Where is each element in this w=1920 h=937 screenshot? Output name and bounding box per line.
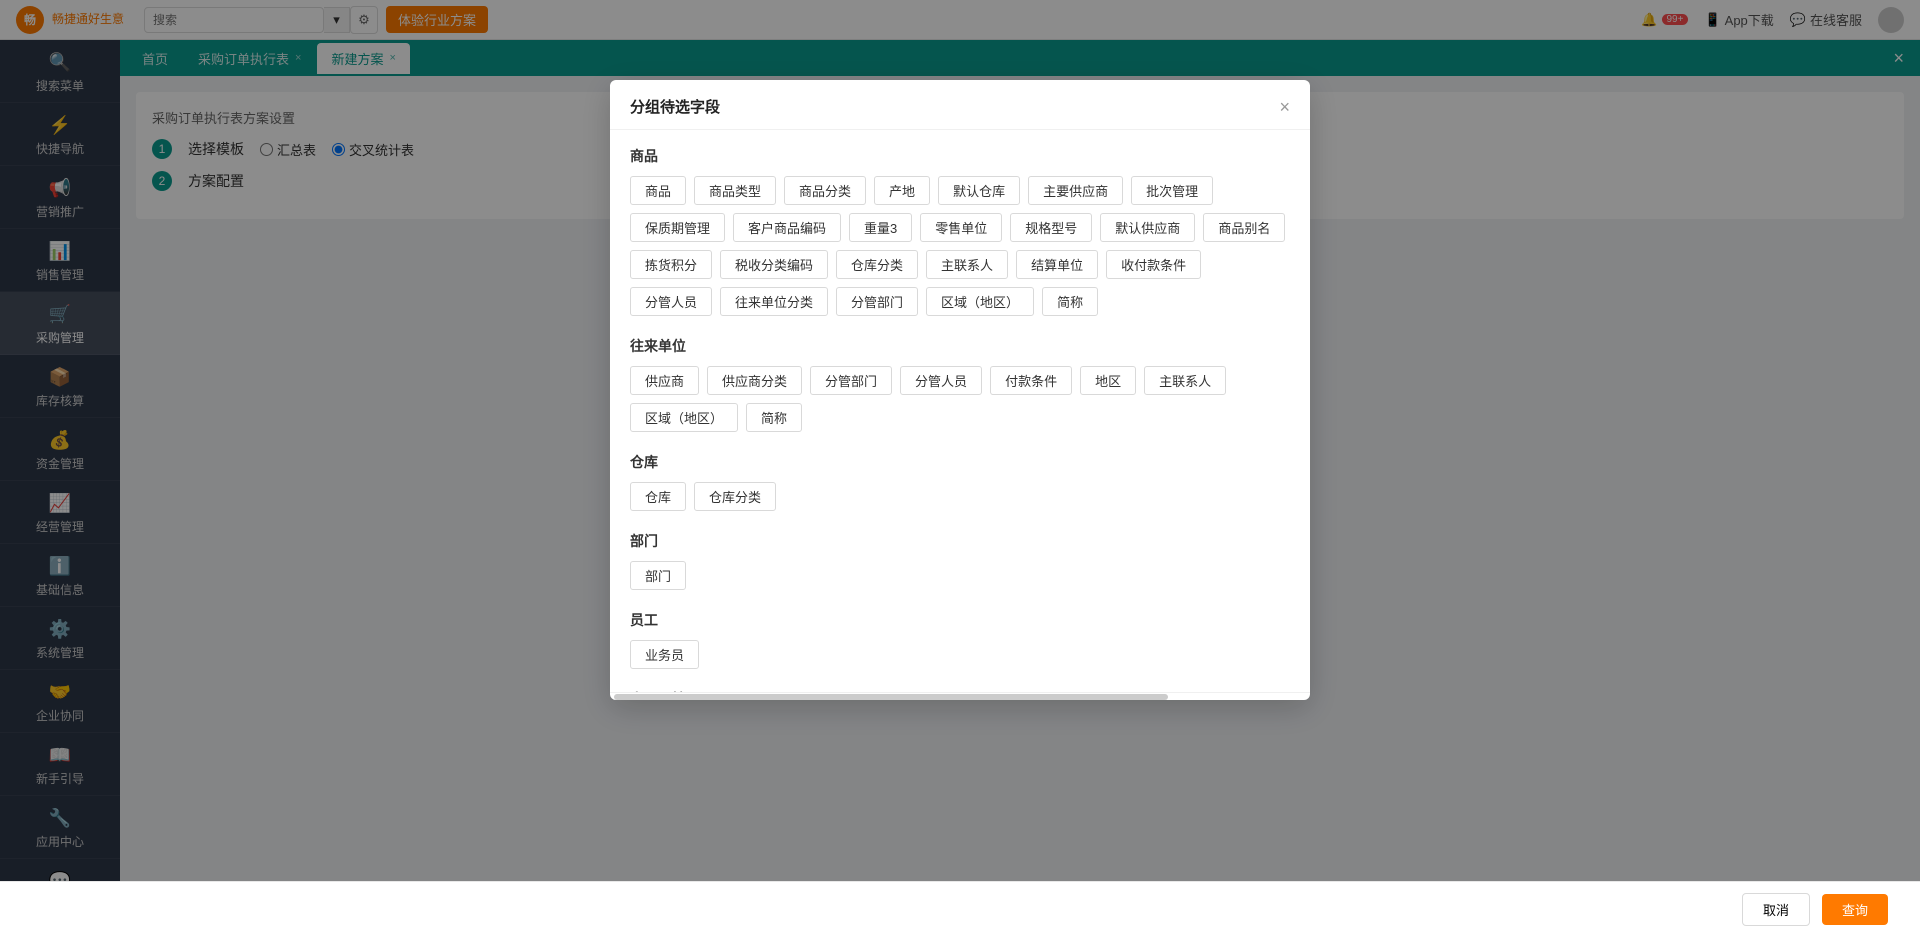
field-tag-2-1[interactable]: 仓库分类 [694,482,776,511]
field-tag-0-13[interactable]: 商品别名 [1203,213,1285,242]
field-tags-0: 商品商品类型商品分类产地默认仓库主要供应商批次管理保质期管理客户商品编码重量3 零… [630,176,1290,316]
section-title-0: 商品 [630,146,1290,166]
field-tag-0-17[interactable]: 主联系人 [926,250,1008,279]
field-tag-0-22[interactable]: 分管部门 [836,287,918,316]
field-tags-3: 部门 [630,561,1290,590]
dialog-hscrollbar[interactable] [610,692,1310,700]
cancel-button[interactable]: 取消 [1742,893,1810,926]
field-tag-4-0[interactable]: 业务员 [630,640,699,669]
field-section-4: 员工业务员 [630,610,1290,669]
field-tag-0-12[interactable]: 默认供应商 [1100,213,1195,242]
field-tag-1-2[interactable]: 分管部门 [810,366,892,395]
field-tag-1-5[interactable]: 地区 [1080,366,1136,395]
field-tag-0-1[interactable]: 商品类型 [694,176,776,205]
field-tag-1-4[interactable]: 付款条件 [990,366,1072,395]
dialog-title: 分组待选字段 [630,96,720,117]
field-tag-0-24[interactable]: 简称 [1042,287,1098,316]
field-section-2: 仓库仓库仓库分类 [630,452,1290,511]
field-tag-0-15[interactable]: 税收分类编码 [720,250,828,279]
section-title-2: 仓库 [630,452,1290,472]
close-icon[interactable]: × [1279,98,1290,116]
dialog-body: 商品商品商品类型商品分类产地默认仓库主要供应商批次管理保质期管理客户商品编码重量… [610,130,1310,692]
field-tag-0-8[interactable]: 客户商品编码 [733,213,841,242]
field-tag-0-19[interactable]: 收付款条件 [1106,250,1201,279]
field-section-0: 商品商品商品类型商品分类产地默认仓库主要供应商批次管理保质期管理客户商品编码重量… [630,146,1290,316]
field-tag-1-6[interactable]: 主联系人 [1144,366,1226,395]
field-tag-1-8[interactable]: 简称 [746,403,802,432]
field-tag-0-5[interactable]: 主要供应商 [1028,176,1123,205]
field-tag-1-0[interactable]: 供应商 [630,366,699,395]
field-section-3: 部门部门 [630,531,1290,590]
field-tag-0-2[interactable]: 商品分类 [784,176,866,205]
field-tags-2: 仓库仓库分类 [630,482,1290,511]
field-tag-0-11[interactable]: 规格型号 [1010,213,1092,242]
field-tag-0-23[interactable]: 区域（地区） [926,287,1034,316]
dialog-header: 分组待选字段 × [610,80,1310,130]
field-tag-0-9[interactable]: 重量3 [849,213,912,242]
field-tag-0-3[interactable]: 产地 [874,176,930,205]
dialog-overlay: 分组待选字段 × 商品商品商品类型商品分类产地默认仓库主要供应商批次管理保质期管… [0,0,1920,937]
field-tag-2-0[interactable]: 仓库 [630,482,686,511]
dialog: 分组待选字段 × 商品商品商品类型商品分类产地默认仓库主要供应商批次管理保质期管… [610,80,1310,700]
field-tags-4: 业务员 [630,640,1290,669]
field-tag-3-0[interactable]: 部门 [630,561,686,590]
field-tag-0-18[interactable]: 结算单位 [1016,250,1098,279]
field-tag-0-21[interactable]: 往来单位分类 [720,287,828,316]
field-tag-0-4[interactable]: 默认仓库 [938,176,1020,205]
field-tag-0-20[interactable]: 分管人员 [630,287,712,316]
field-tag-1-7[interactable]: 区域（地区） [630,403,738,432]
field-tag-0-6[interactable]: 批次管理 [1131,176,1213,205]
field-tags-1: 供应商供应商分类分管部门分管人员付款条件地区主联系人区域（地区） 简称 [630,366,1290,432]
field-tag-0-10[interactable]: 零售单位 [920,213,1002,242]
section-title-3: 部门 [630,531,1290,551]
field-section-1: 往来单位供应商供应商分类分管部门分管人员付款条件地区主联系人区域（地区） 简称 [630,336,1290,432]
field-tag-1-1[interactable]: 供应商分类 [707,366,802,395]
section-title-4: 员工 [630,610,1290,630]
field-tag-0-7[interactable]: 保质期管理 [630,213,725,242]
field-tag-0-14[interactable]: 拣货积分 [630,250,712,279]
section-title-1: 往来单位 [630,336,1290,356]
field-tag-0-16[interactable]: 仓库分类 [836,250,918,279]
hscroll-thumb [614,694,1168,700]
field-tag-0-0[interactable]: 商品 [630,176,686,205]
confirm-button[interactable]: 查询 [1822,894,1888,925]
field-tag-1-3[interactable]: 分管人员 [900,366,982,395]
dialog-footer: 取消 查询 [0,881,1920,937]
